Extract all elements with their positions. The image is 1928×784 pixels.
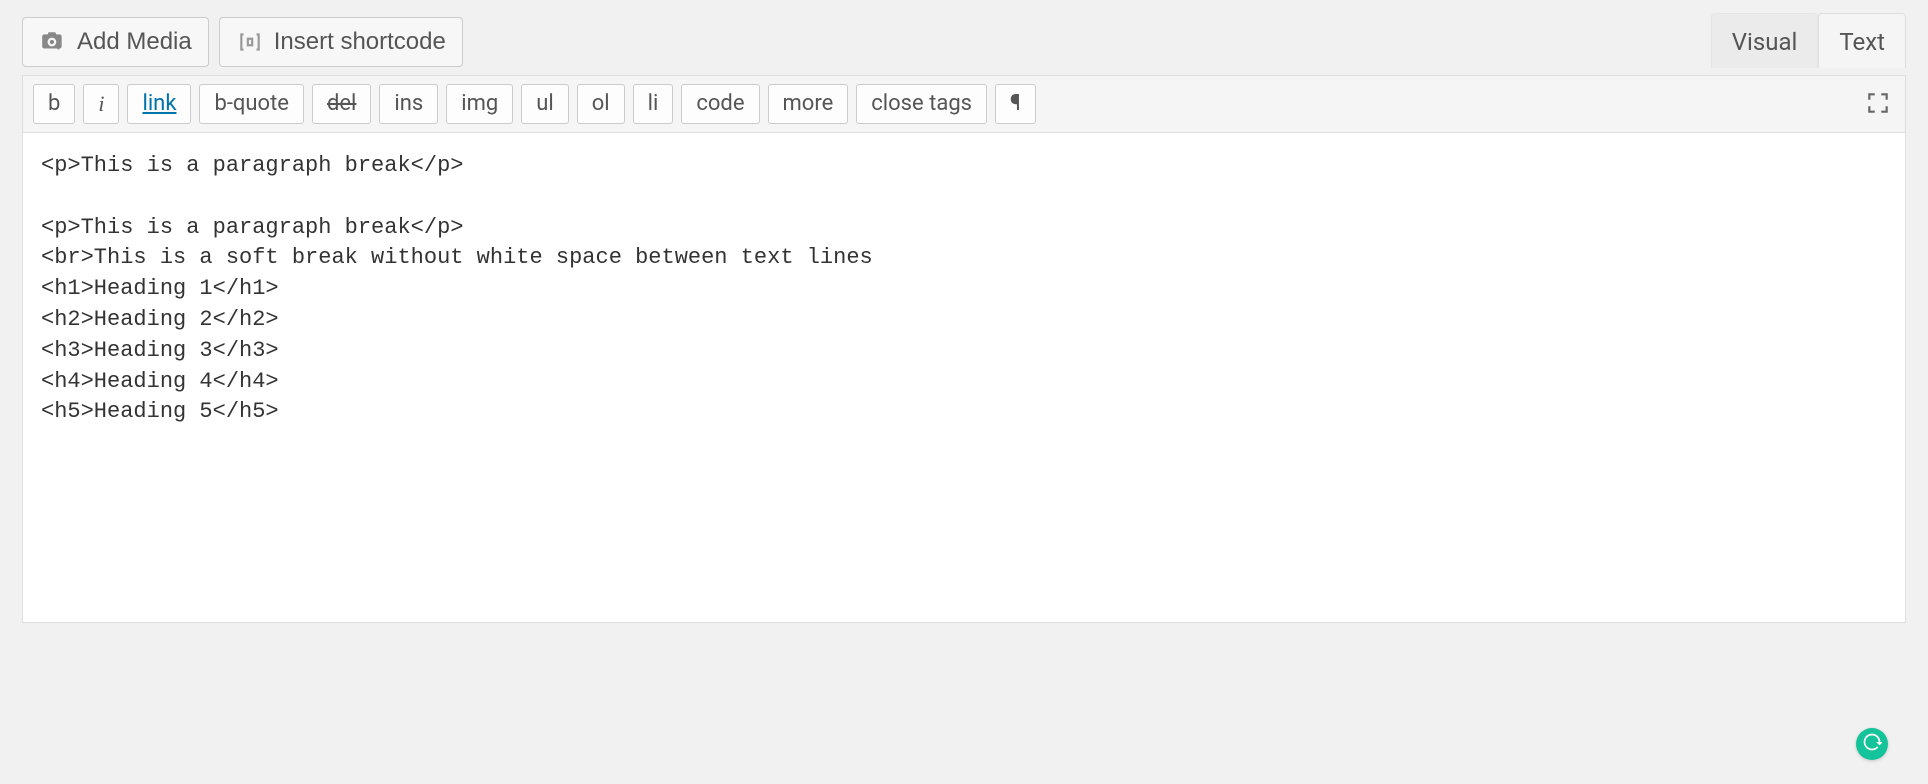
fullscreen-icon xyxy=(1865,104,1891,119)
bold-button[interactable]: b xyxy=(33,84,75,124)
ol-button[interactable]: ol xyxy=(577,84,625,124)
img-button[interactable]: img xyxy=(446,84,513,124)
code-button[interactable]: code xyxy=(681,84,759,124)
quicktags-left-group: b i link b-quote del ins img ul ol li co… xyxy=(33,84,1036,124)
ul-button[interactable]: ul xyxy=(521,84,568,124)
camera-music-icon xyxy=(39,28,67,56)
li-button[interactable]: li xyxy=(633,84,674,124)
link-button[interactable]: link xyxy=(127,84,191,124)
ins-button[interactable]: ins xyxy=(379,84,438,124)
insert-shortcode-label: Insert shortcode xyxy=(274,30,446,54)
insert-shortcode-button[interactable]: Insert shortcode xyxy=(219,17,463,67)
add-media-button[interactable]: Add Media xyxy=(22,17,209,67)
grammarly-badge[interactable] xyxy=(1856,728,1888,760)
content-textarea[interactable] xyxy=(22,133,1906,623)
add-media-label: Add Media xyxy=(77,30,192,54)
shortcode-icon xyxy=(236,28,264,56)
tab-visual[interactable]: Visual xyxy=(1711,13,1819,68)
editor-tabs: Visual Text xyxy=(1711,12,1906,67)
paragraph-marks-button[interactable]: ¶ xyxy=(995,84,1036,124)
del-button[interactable]: del xyxy=(312,84,371,124)
fullscreen-button[interactable] xyxy=(1861,86,1895,123)
editor-top-row: Add Media Insert shortcode Visual Text xyxy=(22,12,1906,67)
quicktags-right-group xyxy=(1861,86,1895,123)
blockquote-button[interactable]: b-quote xyxy=(199,84,303,124)
grammarly-icon xyxy=(1862,732,1882,756)
editor-wrap: Add Media Insert shortcode Visual Text b… xyxy=(0,0,1928,627)
media-buttons-group: Add Media Insert shortcode xyxy=(22,17,463,67)
quicktags-toolbar: b i link b-quote del ins img ul ol li co… xyxy=(22,75,1906,133)
more-button[interactable]: more xyxy=(768,84,849,124)
close-tags-button[interactable]: close tags xyxy=(856,84,987,124)
italic-button[interactable]: i xyxy=(83,84,119,124)
tab-text[interactable]: Text xyxy=(1818,13,1906,68)
